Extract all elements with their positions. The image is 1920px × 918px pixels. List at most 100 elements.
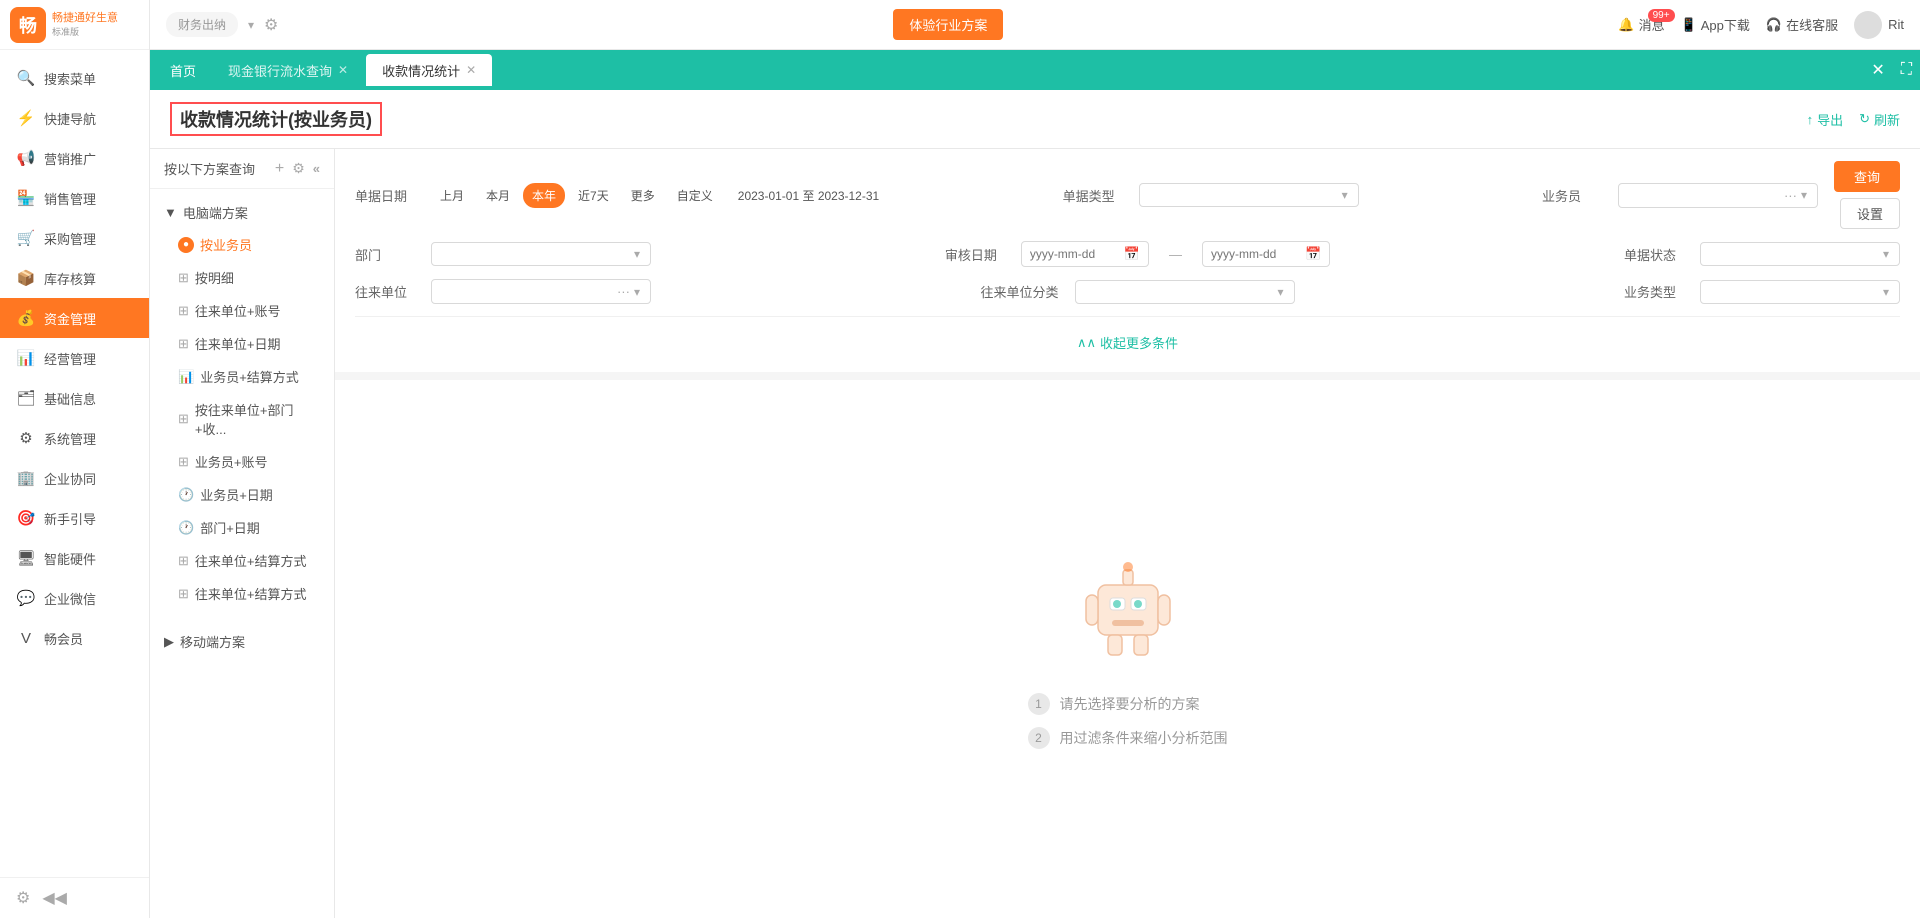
- date-more[interactable]: 更多: [622, 183, 664, 208]
- sidebar-label-inventory: 库存核算: [44, 269, 96, 288]
- mobile-group-arrow: ▶: [164, 634, 174, 650]
- salesman-date-icon: 🕐: [178, 487, 194, 503]
- sidebar-item-search[interactable]: 🔍 搜索菜单: [0, 58, 149, 98]
- doc-status-select[interactable]: ▾: [1700, 242, 1900, 266]
- pc-group-header[interactable]: ▼ 电脑端方案: [150, 197, 334, 228]
- scheme-by-detail[interactable]: ⊞ 按明细: [150, 261, 334, 294]
- tab-fullscreen-icon[interactable]: ⛶: [1897, 57, 1916, 83]
- sidebar-item-system[interactable]: ⚙ 系统管理: [0, 418, 149, 458]
- sidebar-item-wechat[interactable]: 💬 企业微信: [0, 578, 149, 618]
- export-label: 导出: [1817, 110, 1843, 129]
- partner-dept-icon: ⊞: [178, 411, 189, 427]
- partner-category-select[interactable]: ▾: [1075, 280, 1295, 304]
- refresh-button[interactable]: ↻ 刷新: [1859, 110, 1900, 129]
- sidebar-item-quicknav[interactable]: ⚡ 快捷导航: [0, 98, 149, 138]
- sidebar-item-enterprise[interactable]: 🏢 企业协同: [0, 458, 149, 498]
- settings-scheme-icon[interactable]: ⚙: [292, 160, 305, 177]
- scheme-dept-date[interactable]: 🕐 部门+日期: [150, 511, 334, 544]
- sidebar-item-basic[interactable]: 🗂 基础信息: [0, 378, 149, 418]
- biz-type-select[interactable]: ▾: [1700, 280, 1900, 304]
- sidebar: 畅 畅捷通好生意 标准版 🔍 搜索菜单 ⚡ 快捷导航 📢 营销推广 🏪 销: [0, 0, 150, 918]
- page-title: 收款情况统计(按业务员): [170, 102, 382, 136]
- tab-receipt[interactable]: 收款情况统计 ✕: [366, 54, 492, 86]
- collapse-button[interactable]: ∧∧ 收起更多条件: [355, 325, 1900, 360]
- left-panel-title: 按以下方案查询: [164, 159, 255, 178]
- message-button[interactable]: 🔔 消息 99+: [1618, 15, 1664, 34]
- sidebar-item-marketing[interactable]: 📢 营销推广: [0, 138, 149, 178]
- partner-select[interactable]: ··· ▾: [431, 279, 651, 304]
- collapse-sidebar-icon[interactable]: ◀◀: [42, 888, 67, 908]
- logo: 畅 畅捷通好生意 标准版: [0, 0, 149, 50]
- dept-select[interactable]: ▾: [431, 242, 651, 266]
- online-service-button[interactable]: 🎧 在线客服: [1766, 15, 1838, 34]
- sidebar-item-finance[interactable]: 💰 资金管理: [0, 298, 149, 338]
- robot-svg: [1068, 550, 1188, 670]
- salesman-active-icon: ●: [178, 237, 194, 253]
- add-scheme-icon[interactable]: +: [275, 160, 284, 178]
- scheme-partner-date[interactable]: ⊞ 往来单位+日期: [150, 327, 334, 360]
- tab-bank-close-icon[interactable]: ✕: [338, 63, 348, 77]
- sidebar-item-purchase[interactable]: 🛒 采购管理: [0, 218, 149, 258]
- date-this-year[interactable]: 本年: [523, 183, 565, 208]
- scheme-salesman-settle[interactable]: 📊 业务员+结算方式: [150, 360, 334, 393]
- date-this-month[interactable]: 本月: [477, 183, 519, 208]
- sidebar-item-business[interactable]: 📊 经营管理: [0, 338, 149, 378]
- calendar-to-icon[interactable]: 📅: [1305, 246, 1321, 262]
- header-gear-icon[interactable]: ⚙: [264, 15, 278, 35]
- scheme-partner-settle1[interactable]: ⊞ 往来单位+结算方式: [150, 544, 334, 577]
- marketing-icon: 📢: [16, 148, 36, 168]
- breadcrumb-dropdown-icon[interactable]: ▾: [248, 18, 254, 32]
- mobile-group-header[interactable]: ▶ 移动端方案: [150, 626, 334, 657]
- sidebar-item-member[interactable]: V 畅会员: [0, 618, 149, 658]
- mobile-scheme-group: ▶ 移动端方案: [150, 618, 334, 665]
- calendar-from-icon[interactable]: 📅: [1124, 246, 1140, 262]
- sidebar-item-hardware[interactable]: 🖥 智能硬件: [0, 538, 149, 578]
- query-button[interactable]: 查询: [1834, 161, 1900, 192]
- review-date-to[interactable]: 📅: [1202, 241, 1330, 267]
- tab-bank[interactable]: 现金银行流水查询 ✕: [212, 54, 364, 86]
- export-button[interactable]: ↑ 导出: [1807, 110, 1844, 129]
- tab-receipt-close-icon[interactable]: ✕: [466, 63, 476, 77]
- trial-button[interactable]: 体验行业方案: [893, 9, 1003, 40]
- sidebar-label-marketing: 营销推广: [44, 149, 96, 168]
- scheme-salesman-date[interactable]: 🕐 业务员+日期: [150, 478, 334, 511]
- tab-home[interactable]: 首页: [154, 61, 212, 80]
- doc-type-select[interactable]: ▾: [1139, 183, 1359, 207]
- scheme-partner-account[interactable]: ⊞ 往来单位+账号: [150, 294, 334, 327]
- salesman-select[interactable]: ··· ▾: [1618, 183, 1818, 208]
- scheme-by-salesman[interactable]: ● 按业务员: [150, 228, 334, 261]
- purchase-icon: 🛒: [16, 228, 36, 248]
- tab-close-all-icon[interactable]: ✕: [1867, 56, 1888, 84]
- date-7days[interactable]: 近7天: [569, 183, 618, 208]
- scheme-partner-dept[interactable]: ⊞ 按往来单位+部门+收...: [150, 393, 334, 445]
- set-button[interactable]: 设置: [1840, 198, 1900, 229]
- scheme-salesman-account[interactable]: ⊞ 业务员+账号: [150, 445, 334, 478]
- date-last-month[interactable]: 上月: [431, 183, 473, 208]
- salesman-dots-icon: ···: [1784, 188, 1797, 203]
- sidebar-item-inventory[interactable]: 📦 库存核算: [0, 258, 149, 298]
- review-date-to-input[interactable]: [1211, 247, 1301, 261]
- collapse-panel-icon[interactable]: «: [313, 161, 320, 176]
- app-download-button[interactable]: 📱 App下载: [1681, 15, 1750, 34]
- settings-bottom-icon[interactable]: ⚙: [16, 888, 30, 908]
- left-panel-actions: + ⚙ «: [275, 160, 320, 178]
- review-date-from-input[interactable]: [1030, 247, 1120, 261]
- page-header: 收款情况统计(按业务员) ↑ 导出 ↻ 刷新: [150, 90, 1920, 149]
- scheme-salesman-settle-label: 业务员+结算方式: [200, 367, 299, 386]
- user-area[interactable]: Rit: [1854, 11, 1904, 39]
- sidebar-item-sales[interactable]: 🏪 销售管理: [0, 178, 149, 218]
- sidebar-label-finance: 资金管理: [44, 309, 96, 328]
- finance-icon: 💰: [16, 308, 36, 328]
- enterprise-icon: 🏢: [16, 468, 36, 488]
- date-custom[interactable]: 自定义: [668, 183, 722, 208]
- scheme-partner-settle2[interactable]: ⊞ 往来单位+结算方式: [150, 577, 334, 610]
- mobile-group-label: 移动端方案: [180, 632, 245, 651]
- service-icon: 🎧: [1766, 17, 1782, 33]
- review-date-from[interactable]: 📅: [1021, 241, 1149, 267]
- sidebar-item-guide[interactable]: 🎯 新手引导: [0, 498, 149, 538]
- robot-illustration: [1068, 550, 1188, 673]
- collapse-label: 收起更多条件: [1100, 333, 1178, 352]
- empty-state: 1 请先选择要分析的方案 2 用过滤条件来缩小分析范围: [335, 380, 1920, 918]
- pc-scheme-group: ▼ 电脑端方案 ● 按业务员 ⊞ 按明细 ⊞ 往: [150, 189, 334, 618]
- date-range-display: 2023-01-01 至 2023-12-31: [738, 187, 879, 204]
